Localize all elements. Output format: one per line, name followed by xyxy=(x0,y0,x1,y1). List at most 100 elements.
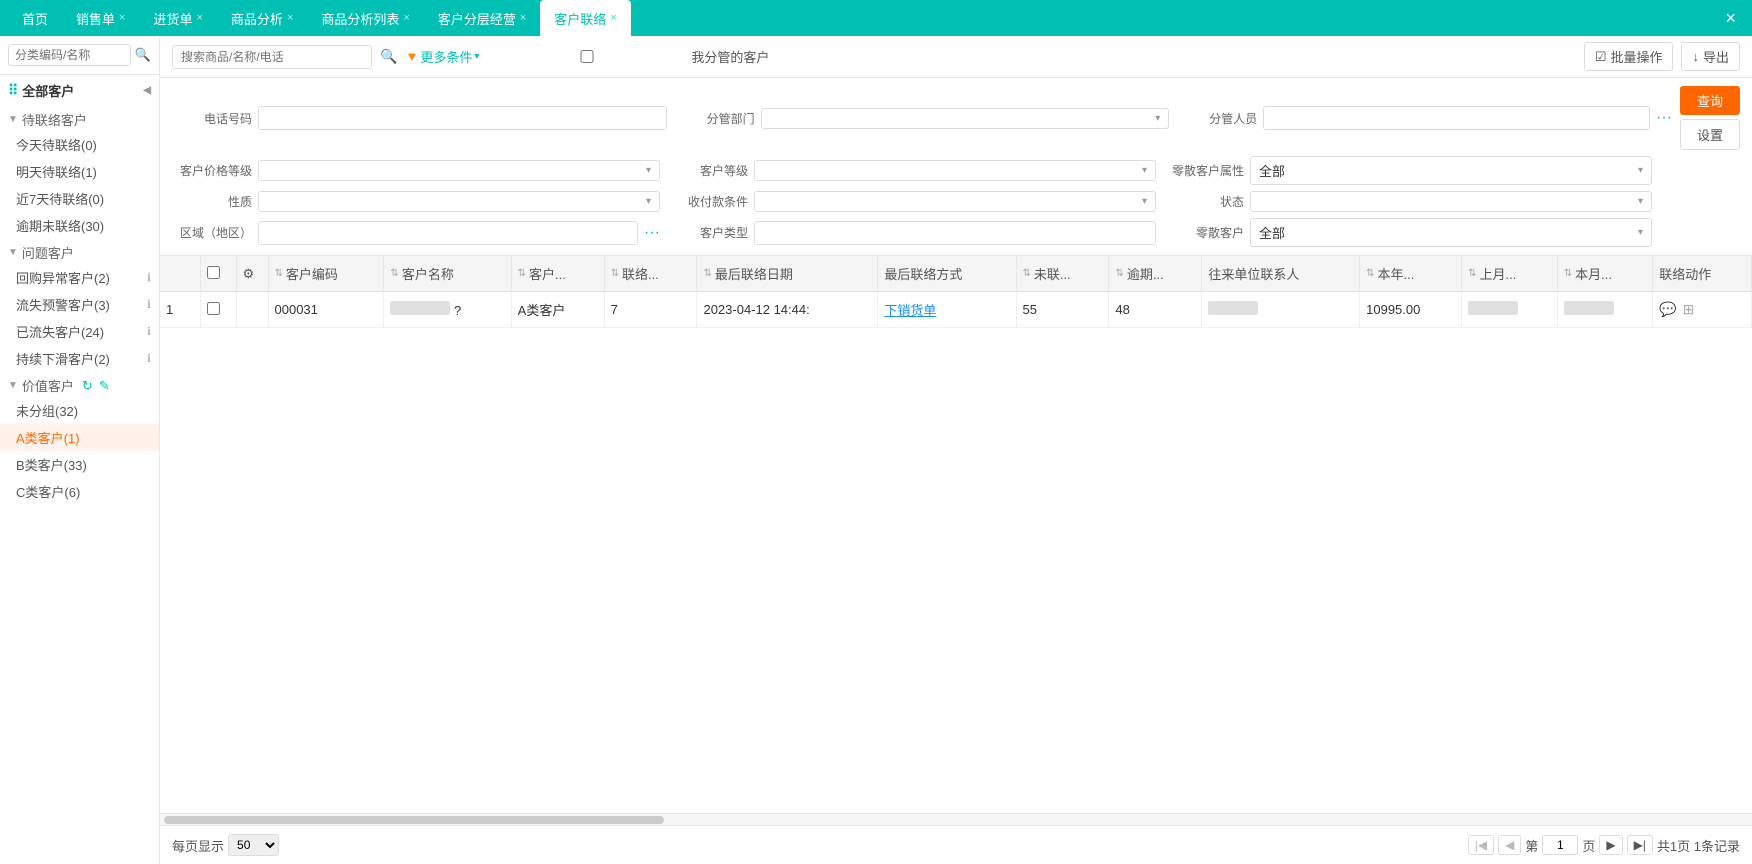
th-last-contact-method: 最后联络方式 xyxy=(878,256,1016,292)
filter-label-retail-attr: 零散客户属性 xyxy=(1164,162,1244,179)
batch-op-button[interactable]: ☑ 批量操作 xyxy=(1584,42,1674,71)
filter-field-phone: 电话号码 xyxy=(172,106,667,130)
table-container: ⚙ ⇅ 客户编码 ⇅ 客户名称 xyxy=(160,256,1752,813)
sidebar-item-churn-warning[interactable]: 流失预警客户(3) ℹ xyxy=(0,291,159,318)
filter-search-input[interactable] xyxy=(172,45,372,69)
sidebar-group-value[interactable]: ▼ 价值客户 ↻ ✎ xyxy=(0,372,159,397)
last-page-button[interactable]: ▶| xyxy=(1627,835,1653,855)
export-icon: ↓ xyxy=(1692,49,1699,64)
chat-icon[interactable]: 💬 xyxy=(1659,301,1676,318)
sidebar-item-ungrouped[interactable]: 未分组(32) xyxy=(0,397,159,424)
sidebar-item-tomorrow[interactable]: 明天待联络(1) xyxy=(0,158,159,185)
nav-purchase-order[interactable]: 进货单 × xyxy=(139,0,216,36)
th-last-contact-date: ⇅ 最后联络日期 xyxy=(697,256,878,292)
my-customers-checkbox-label[interactable]: 我分管的客户 xyxy=(487,47,769,66)
filter-search-icon[interactable]: 🔍 xyxy=(380,48,397,65)
page-number-input[interactable] xyxy=(1542,835,1578,855)
filter-select-dept[interactable]: ▾ xyxy=(761,108,1170,129)
arrow-icon: ▼ xyxy=(8,114,18,125)
grid-icon[interactable]: ⊞ xyxy=(1683,301,1695,318)
sidebar-item-overdue[interactable]: 逾期未联络(30) xyxy=(0,212,159,239)
filter-select-payment[interactable]: ▾ xyxy=(754,191,1156,212)
more-conditions-btn[interactable]: ▼ 更多条件 ▾ xyxy=(405,47,479,66)
filter-input-manager[interactable] xyxy=(1263,106,1650,130)
nav-product-analysis[interactable]: 商品分析 × xyxy=(217,0,307,36)
sidebar-group-pending[interactable]: ▼ 待联络客户 xyxy=(0,106,159,131)
sort-icon: ⇅ xyxy=(1115,268,1123,279)
th-this-month: ⇅ 本月... xyxy=(1557,256,1653,292)
filter-select-status[interactable]: ▾ xyxy=(1250,191,1652,212)
filter-row-1: 电话号码 分管部门 ▾ 分管人员 ··· 查询 设置 xyxy=(172,86,1740,150)
filter-input-phone[interactable] xyxy=(258,106,667,130)
edit-icon[interactable]: ✎ xyxy=(99,378,110,394)
scroll-thumb[interactable] xyxy=(164,816,664,824)
my-customers-checkbox[interactable] xyxy=(487,50,687,63)
more-dots-icon[interactable]: ··· xyxy=(1656,109,1672,127)
sidebar-search-input[interactable] xyxy=(8,44,131,66)
filter-input-customer-type[interactable] xyxy=(754,221,1156,245)
row-checkbox[interactable] xyxy=(207,302,220,315)
first-page-button[interactable]: |◀ xyxy=(1468,835,1494,855)
nav-customer-segment[interactable]: 客户分层经营 × xyxy=(424,0,540,36)
sidebar-item-churned[interactable]: 已流失客户(24) ℹ xyxy=(0,318,159,345)
nav-customer-contact[interactable]: 客户联络 × xyxy=(540,0,630,36)
filter-label-region: 区域（地区） xyxy=(172,224,252,241)
filter-input-region[interactable] xyxy=(258,221,638,245)
per-page-select[interactable]: 50 100 200 xyxy=(228,834,279,856)
select-all-checkbox[interactable] xyxy=(207,266,220,279)
close-icon[interactable]: × xyxy=(520,12,526,24)
top-nav: 首页 销售单 × 进货单 × 商品分析 × 商品分析列表 × 客户分层经营 × … xyxy=(0,0,1752,36)
filter-bar: 🔍 ▼ 更多条件 ▾ 我分管的客户 ☑ 批量操作 ↓ 导出 xyxy=(160,36,1752,78)
nav-product-analysis-list[interactable]: 商品分析列表 × xyxy=(307,0,423,36)
cell-overdue: 48 xyxy=(1109,292,1202,328)
sidebar-item-declining[interactable]: 持续下滑客户(2) ℹ xyxy=(0,345,159,372)
close-icon[interactable]: × xyxy=(403,12,409,24)
nav-sales-order[interactable]: 销售单 × xyxy=(62,0,139,36)
sort-icon: ⇅ xyxy=(1023,268,1031,279)
cell-code: 000031 xyxy=(268,292,384,328)
sidebar-group-problem[interactable]: ▼ 问题客户 xyxy=(0,239,159,264)
gear-icon[interactable]: ⚙ xyxy=(243,266,255,281)
chevron-down-icon: ▾ xyxy=(1155,113,1160,124)
filter-label-customer-type: 客户类型 xyxy=(668,224,748,241)
close-icon[interactable]: × xyxy=(610,12,616,24)
horizontal-scrollbar[interactable] xyxy=(160,813,1752,825)
contact-method-link[interactable]: 下销货单 xyxy=(884,303,936,318)
cell-name: ? xyxy=(384,292,511,328)
settings-button[interactable]: 设置 xyxy=(1680,119,1740,150)
filter-select-nature[interactable]: ▾ xyxy=(258,191,660,212)
sidebar-all-customers[interactable]: ⠿ 全部客户 ◀ xyxy=(0,75,159,106)
sidebar-item-7days[interactable]: 近7天待联络(0) xyxy=(0,185,159,212)
filter-select-retail[interactable]: 全部 ▾ xyxy=(1250,218,1652,247)
sidebar-item-today[interactable]: 今天待联络(0) xyxy=(0,131,159,158)
th-action: 联络动作 xyxy=(1653,256,1752,292)
close-icon[interactable]: × xyxy=(119,12,125,24)
sidebar-search-icon[interactable]: 🔍 xyxy=(135,47,151,63)
nav-close-all[interactable]: × xyxy=(1717,4,1744,33)
more-dots-icon[interactable]: ··· xyxy=(644,224,660,242)
main-layout: 🔍 ⠿ 全部客户 ◀ ▼ 待联络客户 今天待联络(0) 明天待联络(1) 近7天… xyxy=(0,36,1752,864)
th-gear[interactable]: ⚙ xyxy=(236,256,268,292)
sidebar-item-repurchase[interactable]: 回购异常客户(2) ℹ xyxy=(0,264,159,291)
filter-label-payment: 收付款条件 xyxy=(668,193,748,210)
filter-select-retail-attr[interactable]: 全部 ▾ xyxy=(1250,156,1652,185)
filter-label-phone: 电话号码 xyxy=(172,110,252,127)
filter-label-price-level: 客户价格等级 xyxy=(172,162,252,179)
filter-select-price-level[interactable]: ▾ xyxy=(258,160,660,181)
filter-field-retail-attr: 零散客户属性 全部 ▾ xyxy=(1164,156,1652,185)
filter-field-dept: 分管部门 ▾ xyxy=(675,108,1170,129)
sidebar-item-c-class[interactable]: C类客户(6) xyxy=(0,478,159,505)
filter-select-customer-level[interactable]: ▾ xyxy=(754,160,1156,181)
prev-page-button[interactable]: ◀ xyxy=(1498,835,1521,855)
next-page-button[interactable]: ▶ xyxy=(1599,835,1622,855)
export-button[interactable]: ↓ 导出 xyxy=(1681,42,1740,71)
close-icon[interactable]: × xyxy=(287,12,293,24)
nav-home[interactable]: 首页 xyxy=(8,0,62,36)
close-icon[interactable]: × xyxy=(196,12,202,24)
sidebar-item-b-class[interactable]: B类客户(33) xyxy=(0,451,159,478)
sort-icon: ⇅ xyxy=(1366,268,1374,279)
query-button[interactable]: 查询 xyxy=(1680,86,1740,115)
sidebar-search-container: 🔍 xyxy=(0,36,159,75)
sidebar-item-a-class[interactable]: A类客户(1) xyxy=(0,424,159,451)
refresh-icon[interactable]: ↻ xyxy=(82,378,93,394)
